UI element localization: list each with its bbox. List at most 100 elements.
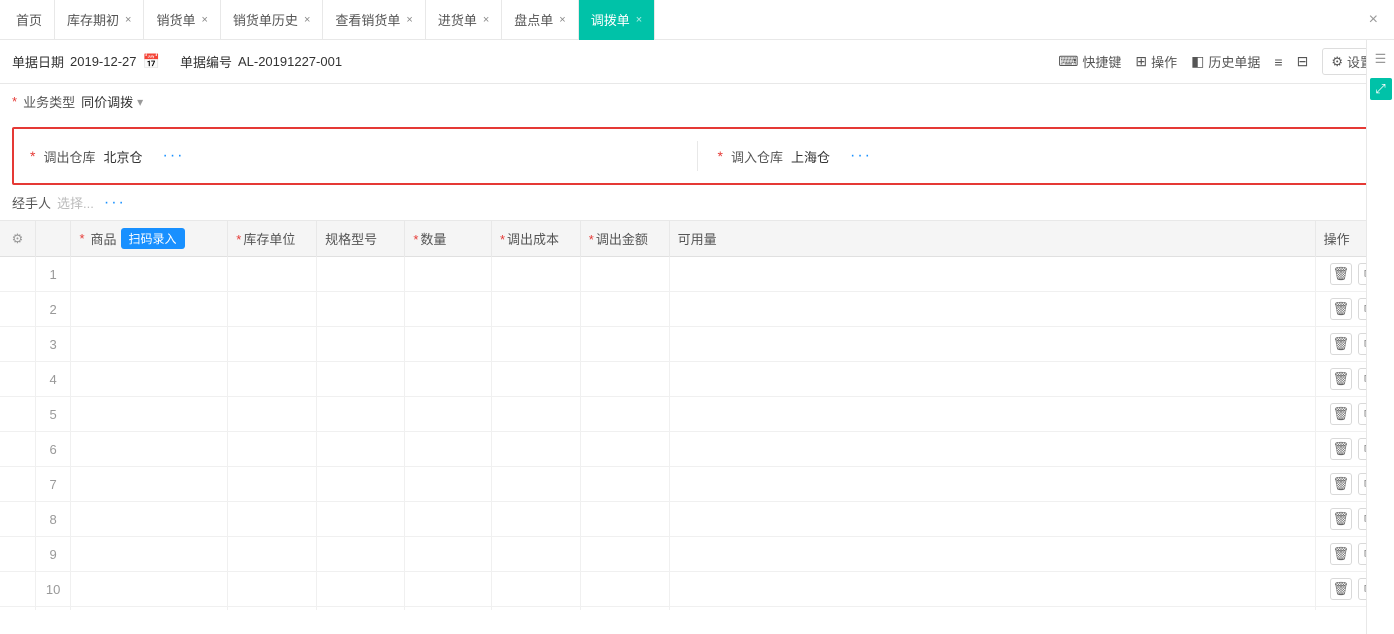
row-product-cell[interactable] xyxy=(71,467,228,502)
row-spec-cell[interactable] xyxy=(317,432,405,467)
row-available-cell[interactable] xyxy=(669,467,1315,502)
row-unit-cell[interactable] xyxy=(228,397,317,432)
row-spec-cell[interactable] xyxy=(317,467,405,502)
row-cost-cell[interactable] xyxy=(491,432,580,467)
row-amount-cell[interactable] xyxy=(580,537,669,572)
row-spec-cell[interactable] xyxy=(317,327,405,362)
row-cost-cell[interactable] xyxy=(491,572,580,607)
row-unit-cell[interactable] xyxy=(228,537,317,572)
row-qty-cell[interactable] xyxy=(405,397,492,432)
handler-select[interactable]: 选择... xyxy=(57,193,94,212)
tab-sales-history[interactable]: 销货单历史 × xyxy=(221,0,323,40)
row-qty-cell[interactable] xyxy=(405,537,492,572)
gear-icon[interactable]: ⚙ xyxy=(12,231,24,246)
row-available-cell[interactable] xyxy=(669,397,1315,432)
row-available-cell[interactable] xyxy=(669,537,1315,572)
row-cost-cell[interactable] xyxy=(491,292,580,327)
row-cost-cell[interactable] xyxy=(491,607,580,611)
row-qty-cell[interactable] xyxy=(405,502,492,537)
row-amount-cell[interactable] xyxy=(580,397,669,432)
row-product-cell[interactable] xyxy=(71,327,228,362)
history-button[interactable]: ◧ 历史单据 xyxy=(1191,52,1260,71)
row-product-cell[interactable] xyxy=(71,572,228,607)
row-available-cell[interactable] xyxy=(669,572,1315,607)
row-available-cell[interactable] xyxy=(669,432,1315,467)
row-qty-cell[interactable] xyxy=(405,432,492,467)
row-spec-cell[interactable] xyxy=(317,397,405,432)
row-product-cell[interactable] xyxy=(71,502,228,537)
tab-close-transfer[interactable]: × xyxy=(636,14,642,26)
out-warehouse-more-button[interactable]: ··· xyxy=(162,147,184,165)
row-unit-cell[interactable] xyxy=(228,467,317,502)
sidebar-expand-icon[interactable]: ⤢ xyxy=(1370,78,1392,100)
tab-close-view-sales[interactable]: × xyxy=(406,14,412,26)
row-delete-button[interactable]: 🗑 xyxy=(1330,578,1352,600)
row-spec-cell[interactable] xyxy=(317,362,405,397)
tab-view-sales[interactable]: 查看销货单 × xyxy=(323,0,425,40)
layout2-button[interactable]: ⊟ xyxy=(1297,53,1309,70)
row-product-cell[interactable] xyxy=(71,537,228,572)
row-product-cell[interactable] xyxy=(71,292,228,327)
row-cost-cell[interactable] xyxy=(491,502,580,537)
calendar-icon[interactable]: 📅 xyxy=(143,53,160,70)
tab-purchase[interactable]: 进货单 × xyxy=(426,0,502,40)
row-amount-cell[interactable] xyxy=(580,572,669,607)
row-amount-cell[interactable] xyxy=(580,607,669,611)
row-cost-cell[interactable] xyxy=(491,257,580,292)
row-qty-cell[interactable] xyxy=(405,467,492,502)
row-unit-cell[interactable] xyxy=(228,327,317,362)
business-type-select[interactable]: 同价调拨 ▾ xyxy=(81,92,143,111)
row-amount-cell[interactable] xyxy=(580,327,669,362)
row-product-cell[interactable] xyxy=(71,362,228,397)
tab-close-purchase[interactable]: × xyxy=(483,14,489,26)
row-unit-cell[interactable] xyxy=(228,572,317,607)
row-spec-cell[interactable] xyxy=(317,292,405,327)
row-unit-cell[interactable] xyxy=(228,432,317,467)
row-cost-cell[interactable] xyxy=(491,537,580,572)
row-delete-button[interactable]: 🗑 xyxy=(1330,368,1352,390)
row-unit-cell[interactable] xyxy=(228,607,317,611)
row-available-cell[interactable] xyxy=(669,327,1315,362)
row-qty-cell[interactable] xyxy=(405,362,492,397)
row-available-cell[interactable] xyxy=(669,257,1315,292)
scan-button[interactable]: 扫码录入 xyxy=(121,228,185,249)
row-product-cell[interactable] xyxy=(71,397,228,432)
row-amount-cell[interactable] xyxy=(580,362,669,397)
operations-button[interactable]: ⊞ 操作 xyxy=(1135,52,1177,71)
row-spec-cell[interactable] xyxy=(317,257,405,292)
tab-inventory-init[interactable]: 库存期初 × xyxy=(55,0,144,40)
row-delete-button[interactable]: 🗑 xyxy=(1330,438,1352,460)
row-product-cell[interactable] xyxy=(71,607,228,611)
row-qty-cell[interactable] xyxy=(405,607,492,611)
row-qty-cell[interactable] xyxy=(405,257,492,292)
row-amount-cell[interactable] xyxy=(580,432,669,467)
row-product-cell[interactable] xyxy=(71,257,228,292)
shortcuts-button[interactable]: ⌨ 快捷键 xyxy=(1058,52,1121,71)
row-spec-cell[interactable] xyxy=(317,607,405,611)
tab-close-sales-order[interactable]: × xyxy=(201,14,207,26)
row-amount-cell[interactable] xyxy=(580,257,669,292)
tab-sales-order[interactable]: 销货单 × xyxy=(144,0,220,40)
tab-close-sales-history[interactable]: × xyxy=(304,14,310,26)
row-qty-cell[interactable] xyxy=(405,327,492,362)
row-product-cell[interactable] xyxy=(71,432,228,467)
tab-close-stocktake[interactable]: × xyxy=(559,14,565,26)
row-qty-cell[interactable] xyxy=(405,292,492,327)
row-available-cell[interactable] xyxy=(669,607,1315,611)
row-delete-button[interactable]: 🗑 xyxy=(1330,298,1352,320)
row-delete-button[interactable]: 🗑 xyxy=(1330,403,1352,425)
row-amount-cell[interactable] xyxy=(580,502,669,537)
tab-transfer[interactable]: 调拨单 × xyxy=(579,0,655,40)
row-delete-button[interactable]: 🗑 xyxy=(1330,508,1352,530)
row-available-cell[interactable] xyxy=(669,362,1315,397)
layout1-button[interactable]: ≡ xyxy=(1274,54,1282,70)
row-delete-button[interactable]: 🗑 xyxy=(1330,543,1352,565)
window-close-button[interactable]: × xyxy=(1361,11,1386,29)
row-amount-cell[interactable] xyxy=(580,292,669,327)
row-delete-button[interactable]: 🗑 xyxy=(1330,333,1352,355)
row-available-cell[interactable] xyxy=(669,502,1315,537)
handler-more-button[interactable]: ··· xyxy=(104,194,126,212)
tab-home[interactable]: 首页 xyxy=(4,0,55,40)
row-unit-cell[interactable] xyxy=(228,257,317,292)
row-cost-cell[interactable] xyxy=(491,362,580,397)
